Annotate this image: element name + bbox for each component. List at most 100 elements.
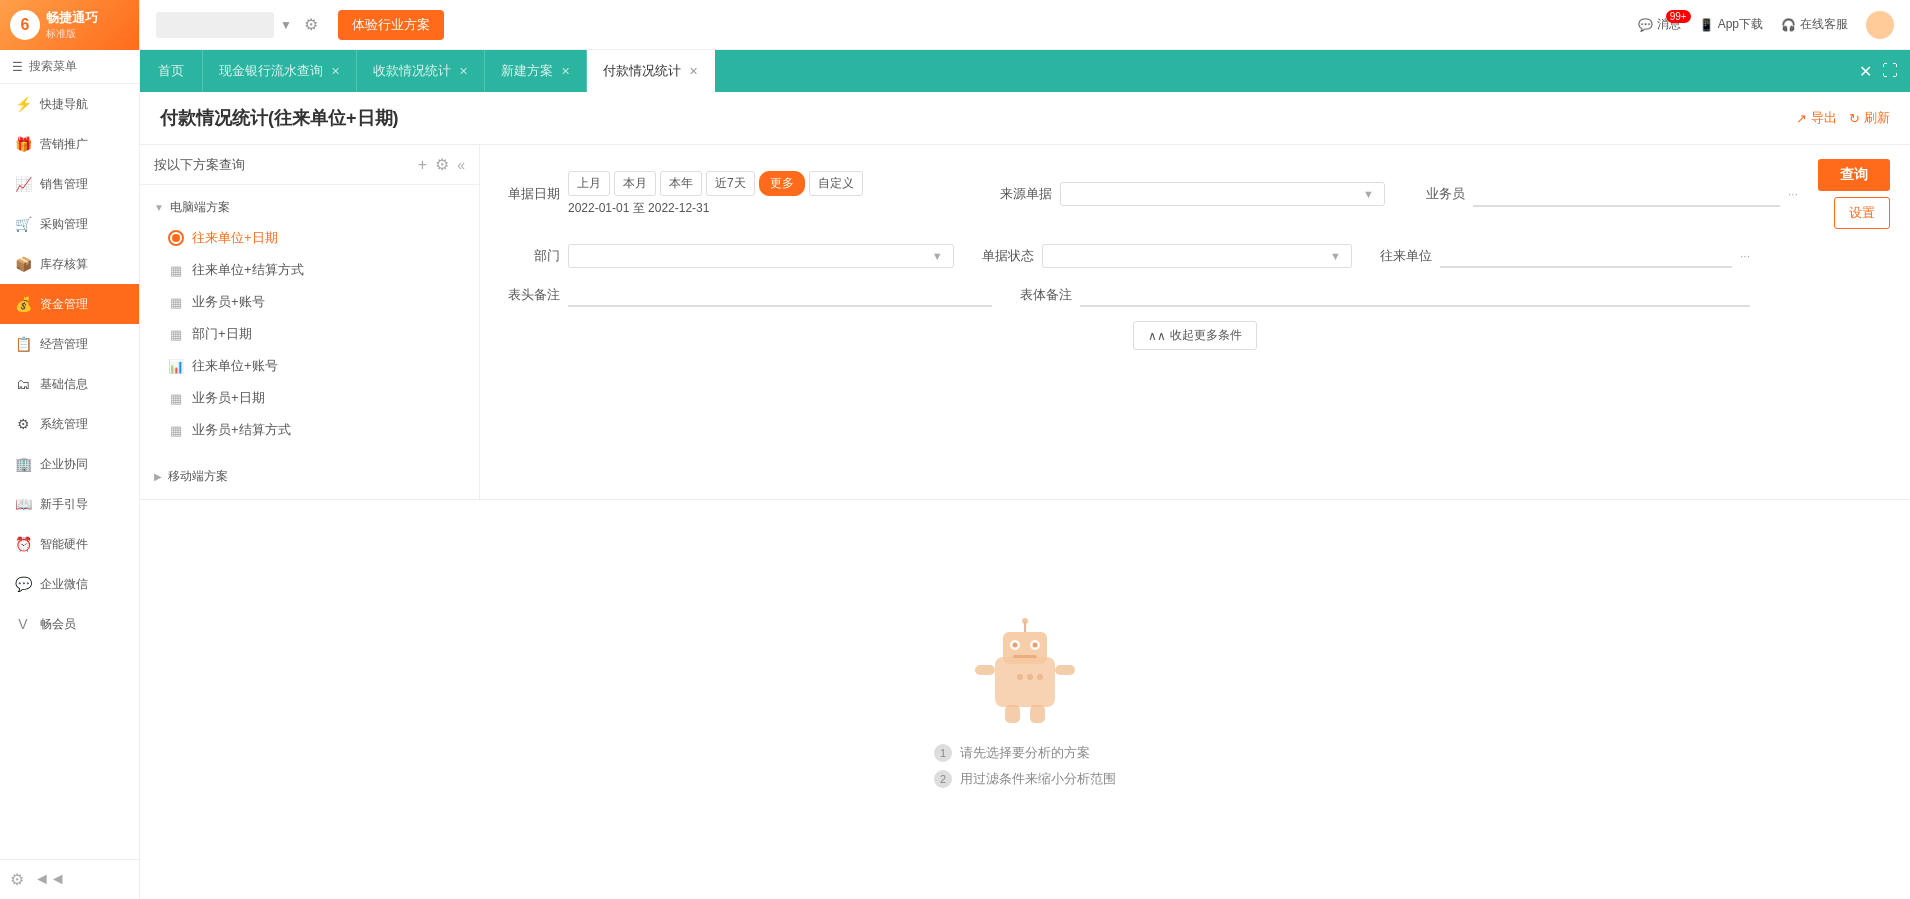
date-pill-more[interactable]: 更多 xyxy=(759,171,805,196)
date-pills: 上月 本月 本年 近7天 更多 自定义 xyxy=(568,171,863,196)
partner-label: 往来单位 xyxy=(1372,247,1432,265)
body-note-input[interactable] xyxy=(1080,282,1750,306)
scheme-item-icon-unit-settle: ▦ xyxy=(168,262,184,278)
collapse-conditions-btn[interactable]: ∧∧ 收起更多条件 xyxy=(1133,321,1257,350)
message-btn[interactable]: 💬 消息 99+ xyxy=(1638,16,1681,33)
sidebar-item-enterprise[interactable]: 🏢 企业协同 xyxy=(0,444,139,484)
date-pill-last-month[interactable]: 上月 xyxy=(568,171,610,196)
tab-new[interactable]: 新建方案 ✕ xyxy=(485,50,587,92)
sidebar-item-finance[interactable]: 💰 资金管理 xyxy=(0,284,139,324)
tab-payment[interactable]: 付款情况统计 ✕ xyxy=(587,50,715,92)
filter-settings-btn[interactable]: 设置 xyxy=(1834,197,1890,229)
partner-input[interactable] xyxy=(1440,243,1732,267)
enterprise-icon: 🏢 xyxy=(14,455,32,473)
tab-home[interactable]: 首页 xyxy=(140,50,203,92)
trial-btn[interactable]: 体验行业方案 xyxy=(338,10,444,40)
sidebar-item-member[interactable]: V 畅会员 xyxy=(0,604,139,644)
desktop-section-header[interactable]: ▼ 电脑端方案 xyxy=(140,193,479,222)
svg-point-4 xyxy=(1013,642,1018,647)
service-label: 在线客服 xyxy=(1800,16,1848,33)
sidebar-item-wechat[interactable]: 💬 企业微信 xyxy=(0,564,139,604)
settings-footer-icon[interactable]: ⚙ xyxy=(10,870,24,889)
tab-receipt[interactable]: 收款情况统计 ✕ xyxy=(357,50,485,92)
empty-robot-svg xyxy=(965,617,1085,727)
scheme-item-radio-unit-date xyxy=(168,230,184,246)
tab-new-close-icon[interactable]: ✕ xyxy=(561,65,570,78)
filter-row-1: 单据日期 上月 本月 本年 近7天 更多 自定义 2022-01-01 至 20… xyxy=(500,159,1890,229)
sidebar-item-purchase[interactable]: 🛒 采购管理 xyxy=(0,204,139,244)
message-badge: 99+ xyxy=(1666,10,1691,23)
scheme-item-staff-settle[interactable]: ▦ 业务员+结算方式 xyxy=(140,414,479,446)
sidebar-item-inventory[interactable]: 📦 库存核算 xyxy=(0,244,139,284)
scheme-setting-btn[interactable]: ⚙ xyxy=(435,155,449,174)
operation-icon: 📋 xyxy=(14,335,32,353)
date-pill-7days[interactable]: 近7天 xyxy=(706,171,755,196)
staff-more-icon[interactable]: ··· xyxy=(1788,187,1798,201)
scheme-add-btn[interactable]: + xyxy=(418,156,427,174)
sidebar-item-sales[interactable]: 📈 销售管理 xyxy=(0,164,139,204)
svg-point-5 xyxy=(1033,642,1038,647)
export-btn[interactable]: ↗ 导出 xyxy=(1796,109,1837,127)
sidebar: 6 畅捷通巧 标准版 ☰ 搜索菜单 ⚡ 快捷导航 🎁 营销推广 📈 销售管理 🛒… xyxy=(0,0,140,899)
partner-more-icon[interactable]: ··· xyxy=(1740,249,1750,263)
scheme-item-staff-account[interactable]: ▦ 业务员+账号 xyxy=(140,286,479,318)
company-name xyxy=(156,12,274,38)
sidebar-item-system[interactable]: ⚙ 系统管理 xyxy=(0,404,139,444)
tab-bank-close-icon[interactable]: ✕ xyxy=(331,65,340,78)
scheme-item-unit-date[interactable]: 往来单位+日期 xyxy=(140,222,479,254)
search-menu-item[interactable]: ☰ 搜索菜单 xyxy=(0,50,139,84)
company-chevron-icon: ▼ xyxy=(280,18,292,32)
refresh-btn[interactable]: ↻ 刷新 xyxy=(1849,109,1890,127)
sidebar-header: 6 畅捷通巧 标准版 xyxy=(0,0,139,50)
empty-hint-2: 2 用过滤条件来缩小分析范围 xyxy=(934,770,1116,788)
wechat-label: 企业微信 xyxy=(40,576,88,593)
sidebar-item-guide[interactable]: 📖 新手引导 xyxy=(0,484,139,524)
svg-rect-9 xyxy=(1005,705,1020,723)
scheme-item-unit-settle[interactable]: ▦ 往来单位+结算方式 xyxy=(140,254,479,286)
scheme-item-icon-staff-account: ▦ xyxy=(168,294,184,310)
sidebar-item-quicknav[interactable]: ⚡ 快捷导航 xyxy=(0,84,139,124)
tab-expand-icon[interactable]: ⛶ xyxy=(1882,62,1898,80)
date-pill-this-month[interactable]: 本月 xyxy=(614,171,656,196)
doc-status-select[interactable]: ▼ xyxy=(1042,244,1352,268)
scheme-collapse-btn[interactable]: « xyxy=(457,157,465,173)
refresh-label: 刷新 xyxy=(1864,109,1890,127)
date-pill-custom[interactable]: 自定义 xyxy=(809,171,863,196)
tab-new-label: 新建方案 xyxy=(501,62,553,80)
dept-select[interactable]: ▼ xyxy=(568,244,954,268)
query-btn[interactable]: 查询 xyxy=(1818,159,1890,191)
empty-hints: 1 请先选择要分析的方案 2 用过滤条件来缩小分析范围 xyxy=(934,744,1116,788)
tab-receipt-close-icon[interactable]: ✕ xyxy=(459,65,468,78)
basic-icon: 🗂 xyxy=(14,375,32,393)
empty-state: 1 请先选择要分析的方案 2 用过滤条件来缩小分析范围 xyxy=(140,500,1910,899)
topbar-settings-icon[interactable]: ⚙ xyxy=(304,15,318,34)
company-selector[interactable]: ▼ xyxy=(156,12,292,38)
enterprise-label: 企业协同 xyxy=(40,456,88,473)
mobile-section-label: 移动端方案 xyxy=(168,468,228,485)
mobile-section-header[interactable]: ▶ 移动端方案 xyxy=(140,462,479,491)
sidebar-item-marketing[interactable]: 🎁 营销推广 xyxy=(0,124,139,164)
collapse-sidebar-icon[interactable]: ◄◄ xyxy=(34,870,66,889)
app-download-btn[interactable]: 📱 App下载 xyxy=(1699,16,1763,33)
date-pill-this-year[interactable]: 本年 xyxy=(660,171,702,196)
inventory-label: 库存核算 xyxy=(40,256,88,273)
dept-label: 部门 xyxy=(500,247,560,265)
tab-close-all-icon[interactable]: ✕ xyxy=(1859,62,1872,81)
scheme-item-staff-date[interactable]: ▦ 业务员+日期 xyxy=(140,382,479,414)
tab-payment-close-icon[interactable]: ✕ xyxy=(689,65,698,78)
staff-input[interactable] xyxy=(1473,182,1780,206)
scheme-header-label: 按以下方案查询 xyxy=(154,156,410,174)
scheme-item-dept-date[interactable]: ▦ 部门+日期 xyxy=(140,318,479,350)
tab-bank[interactable]: 现金银行流水查询 ✕ xyxy=(203,50,357,92)
header-note-input[interactable] xyxy=(568,282,992,306)
sidebar-item-basic[interactable]: 🗂 基础信息 xyxy=(0,364,139,404)
finance-icon: 💰 xyxy=(14,295,32,313)
svg-point-14 xyxy=(1027,674,1033,680)
online-service-btn[interactable]: 🎧 在线客服 xyxy=(1781,16,1848,33)
scheme-item-unit-account[interactable]: 📊 往来单位+账号 xyxy=(140,350,479,382)
source-select[interactable]: ▼ xyxy=(1060,182,1385,206)
user-avatar[interactable] xyxy=(1866,11,1894,39)
scheme-item-label-dept-date: 部门+日期 xyxy=(192,325,252,343)
sidebar-item-hardware[interactable]: ⏰ 智能硬件 xyxy=(0,524,139,564)
sidebar-item-operation[interactable]: 📋 经营管理 xyxy=(0,324,139,364)
